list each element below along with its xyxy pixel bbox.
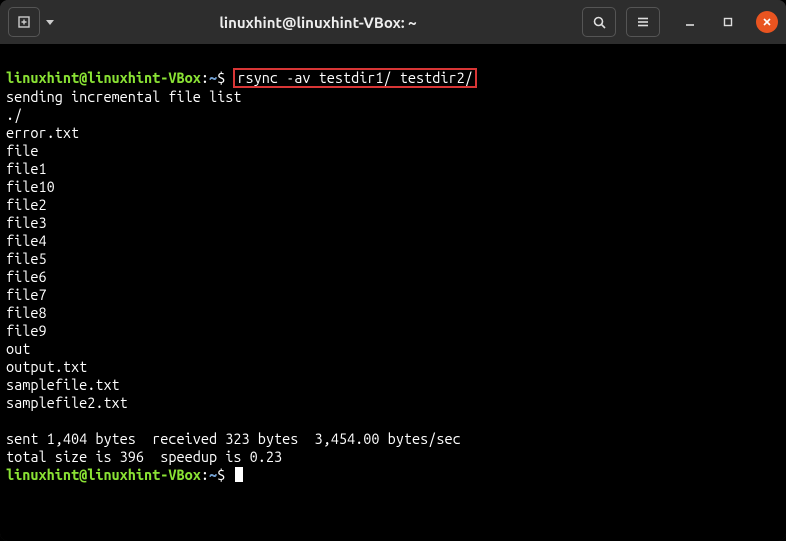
command-highlight: rsync -av testdir1/ testdir2/ [233, 68, 476, 88]
output-line: file7 [6, 286, 47, 303]
cursor [235, 467, 243, 482]
output-line: samplefile.txt [6, 376, 120, 393]
titlebar: linuxhint@linuxhint-VBox: ~ [0, 0, 786, 44]
maximize-button[interactable] [718, 12, 738, 32]
output-line: file6 [6, 268, 47, 285]
terminal-body[interactable]: linuxhint@linuxhint-VBox:~$ rsync -av te… [0, 44, 786, 541]
prompt-path: ~ [209, 466, 217, 483]
titlebar-left [8, 7, 54, 37]
new-tab-icon [17, 15, 31, 29]
output-line: file9 [6, 322, 47, 339]
prompt-colon: : [201, 69, 209, 86]
minimize-icon [684, 16, 696, 28]
close-icon [762, 17, 772, 27]
search-icon [592, 15, 607, 30]
window-title: linuxhint@linuxhint-VBox: ~ [62, 14, 574, 31]
output-line: file2 [6, 196, 47, 213]
prompt-path: ~ [209, 69, 217, 86]
output-summary: total size is 396 speedup is 0.23 [6, 448, 282, 465]
prompt-dollar: $ [217, 69, 233, 86]
prompt-colon: : [201, 466, 209, 483]
output-summary: sent 1,404 bytes received 323 bytes 3,45… [6, 430, 461, 447]
new-tab-dropdown-icon[interactable] [46, 20, 54, 25]
output-line: file5 [6, 250, 47, 267]
output-line: file [6, 142, 38, 159]
new-tab-button[interactable] [8, 7, 40, 37]
output-line: error.txt [6, 124, 79, 141]
output-line: file4 [6, 232, 47, 249]
output-line: out [6, 340, 30, 357]
search-button[interactable] [582, 7, 616, 37]
output-line: ./ [6, 106, 22, 123]
output-line: file8 [6, 304, 47, 321]
output-line: sending incremental file list [6, 88, 241, 105]
close-button[interactable] [756, 11, 778, 33]
hamburger-icon [636, 15, 650, 29]
titlebar-right [582, 7, 778, 37]
output-line: file3 [6, 214, 47, 231]
prompt-user: linuxhint@linuxhint-VBox [6, 466, 201, 483]
prompt-line-2: linuxhint@linuxhint-VBox:~$ [6, 466, 243, 483]
menu-button[interactable] [626, 7, 660, 37]
window-controls [680, 11, 778, 33]
output-line: samplefile2.txt [6, 394, 128, 411]
prompt-line-1: linuxhint@linuxhint-VBox:~$ rsync -av te… [6, 69, 477, 86]
output-line: file10 [6, 178, 55, 195]
minimize-button[interactable] [680, 12, 700, 32]
terminal-window: linuxhint@linuxhint-VBox: ~ [0, 0, 786, 541]
output-line: output.txt [6, 358, 87, 375]
prompt-dollar: $ [217, 466, 233, 483]
output-line: file1 [6, 160, 47, 177]
maximize-icon [722, 16, 734, 28]
prompt-user: linuxhint@linuxhint-VBox [6, 69, 201, 86]
